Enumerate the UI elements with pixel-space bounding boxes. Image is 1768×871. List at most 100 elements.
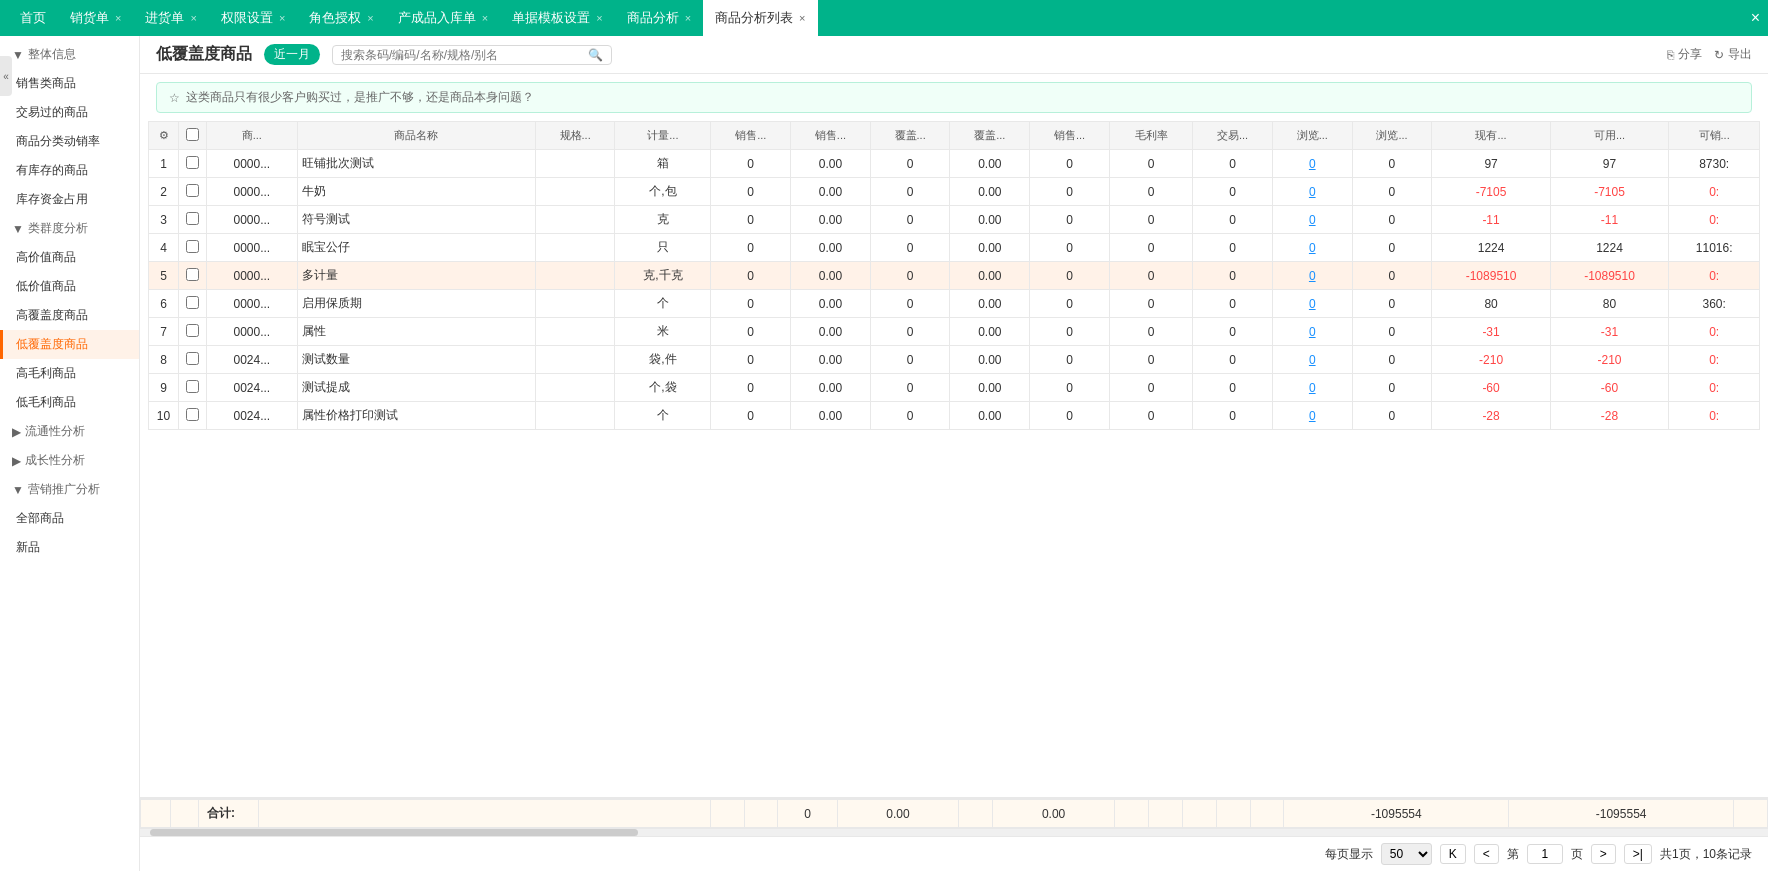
- sidebar-section-cluster[interactable]: ▼ 类群度分析: [0, 214, 139, 243]
- cell-spec: [535, 290, 615, 318]
- cell-browse1[interactable]: 0: [1272, 318, 1352, 346]
- cell-browse1[interactable]: 0: [1272, 206, 1352, 234]
- sidebar-item-traded-goods[interactable]: 交易过的商品: [0, 98, 139, 127]
- cell-coverage1: 0: [870, 234, 950, 262]
- cell-gross-margin: 0: [1109, 206, 1192, 234]
- cell-checkbox[interactable]: [179, 402, 207, 430]
- share-button[interactable]: ⎘ 分享: [1667, 46, 1702, 63]
- sidebar-item-all-goods[interactable]: 全部商品: [0, 504, 139, 533]
- sidebar-item-category-sales-rate[interactable]: 商品分类动销率: [0, 127, 139, 156]
- cell-checkbox[interactable]: [179, 374, 207, 402]
- col-code[interactable]: 商...: [207, 122, 298, 150]
- sidebar-collapse-btn[interactable]: «: [0, 56, 12, 96]
- col-sales-qty[interactable]: 销售...: [711, 122, 791, 150]
- period-button[interactable]: 近一月: [264, 44, 320, 65]
- col-browse1[interactable]: 浏览...: [1272, 122, 1352, 150]
- search-box[interactable]: 🔍: [332, 45, 612, 65]
- sidebar-item-sales-goods[interactable]: 销售类商品: [0, 69, 139, 98]
- nav-item-purchase[interactable]: 进货单 ×: [133, 0, 208, 36]
- sidebar-item-high-coverage[interactable]: 高覆盖度商品: [0, 301, 139, 330]
- first-page-button[interactable]: K: [1440, 844, 1466, 864]
- sidebar-section-overall[interactable]: ▼ 整体信息: [0, 40, 139, 69]
- cell-checkbox[interactable]: [179, 318, 207, 346]
- cell-unit: 个: [615, 290, 711, 318]
- nav-item-permissions[interactable]: 权限设置 ×: [209, 0, 297, 36]
- sidebar-item-low-coverage[interactable]: 低覆盖度商品: [0, 330, 139, 359]
- cell-browse1[interactable]: 0: [1272, 346, 1352, 374]
- col-coverage1[interactable]: 覆盖...: [870, 122, 950, 150]
- nav-close-purchase[interactable]: ×: [190, 12, 196, 24]
- col-spec[interactable]: 规格...: [535, 122, 615, 150]
- col-unit[interactable]: 计量...: [615, 122, 711, 150]
- nav-item-sales[interactable]: 销货单 ×: [58, 0, 133, 36]
- nav-item-goods-analysis[interactable]: 商品分析 ×: [615, 0, 703, 36]
- cell-checkbox[interactable]: [179, 290, 207, 318]
- cell-checkbox[interactable]: [179, 234, 207, 262]
- export-button[interactable]: ↻ 导出: [1714, 46, 1752, 63]
- table-row: 10000...旺铺批次测试箱00.0000.000000097978730:: [149, 150, 1760, 178]
- nav-label-home: 首页: [20, 9, 46, 27]
- cell-code: 0000...: [207, 234, 298, 262]
- nav-item-goods-analysis-list[interactable]: 商品分析列表 ×: [703, 0, 817, 36]
- table-row: 80024...测试数量袋,件00.0000.0000000-210-2100:: [149, 346, 1760, 374]
- nav-close-roles[interactable]: ×: [367, 12, 373, 24]
- nav-item-template[interactable]: 单据模板设置 ×: [500, 0, 614, 36]
- current-page-input[interactable]: [1527, 844, 1563, 864]
- sidebar-section-marketing[interactable]: ▼ 营销推广分析: [0, 475, 139, 504]
- col-settings[interactable]: ⚙: [149, 122, 179, 150]
- nav-close-goods-analysis[interactable]: ×: [685, 12, 691, 24]
- nav-item-roles[interactable]: 角色授权 ×: [297, 0, 385, 36]
- col-gross-margin[interactable]: 毛利率: [1109, 122, 1192, 150]
- sidebar-section-growth[interactable]: ▶ 成长性分析: [0, 446, 139, 475]
- cell-browse1[interactable]: 0: [1272, 150, 1352, 178]
- nav-item-product-entry[interactable]: 产成品入库单 ×: [386, 0, 500, 36]
- col-sales-amount[interactable]: 销售...: [791, 122, 871, 150]
- sidebar-item-high-margin[interactable]: 高毛利商品: [0, 359, 139, 388]
- cell-browse1[interactable]: 0: [1272, 374, 1352, 402]
- nav-close-permissions[interactable]: ×: [279, 12, 285, 24]
- cell-unit: 米: [615, 318, 711, 346]
- sidebar-item-high-value[interactable]: 高价值商品: [0, 243, 139, 272]
- cell-checkbox[interactable]: [179, 346, 207, 374]
- nav-item-home[interactable]: 首页: [8, 0, 58, 36]
- sidebar-section-liquidity[interactable]: ▶ 流通性分析: [0, 417, 139, 446]
- search-input[interactable]: [341, 48, 584, 62]
- col-browse2[interactable]: 浏览...: [1352, 122, 1432, 150]
- sidebar-item-new-goods[interactable]: 新品: [0, 533, 139, 562]
- sidebar-item-low-margin[interactable]: 低毛利商品: [0, 388, 139, 417]
- sidebar-item-inventory-capital[interactable]: 库存资金占用: [0, 185, 139, 214]
- cell-browse1[interactable]: 0: [1272, 178, 1352, 206]
- cell-checkbox[interactable]: [179, 262, 207, 290]
- cell-browse1[interactable]: 0: [1272, 290, 1352, 318]
- horizontal-scrollbar[interactable]: [140, 828, 1768, 836]
- nav-close-product-entry[interactable]: ×: [482, 12, 488, 24]
- col-transaction[interactable]: 交易...: [1193, 122, 1273, 150]
- page-prefix: 第: [1507, 846, 1519, 863]
- nav-close-goods-analysis-list[interactable]: ×: [799, 12, 805, 24]
- nav-close-template[interactable]: ×: [596, 12, 602, 24]
- sidebar-item-stocked-goods[interactable]: 有库存的商品: [0, 156, 139, 185]
- col-name[interactable]: 商品名称: [297, 122, 535, 150]
- col-available-stock[interactable]: 可用...: [1550, 122, 1668, 150]
- pagination-row: 每页显示 50 20 100 K < 第 页 > >| 共1页，10条记录: [140, 836, 1768, 871]
- cell-browse1[interactable]: 0: [1272, 262, 1352, 290]
- cell-checkbox[interactable]: [179, 150, 207, 178]
- select-all-checkbox[interactable]: [186, 128, 199, 141]
- col-sales3[interactable]: 销售...: [1030, 122, 1110, 150]
- close-all-icon[interactable]: ×: [1751, 9, 1760, 27]
- cell-browse1[interactable]: 0: [1272, 402, 1352, 430]
- col-coverage2[interactable]: 覆盖...: [950, 122, 1030, 150]
- nav-label-product-entry: 产成品入库单: [398, 9, 476, 27]
- per-page-select[interactable]: 50 20 100: [1381, 843, 1432, 865]
- last-page-button[interactable]: >|: [1624, 844, 1652, 864]
- cell-checkbox[interactable]: [179, 178, 207, 206]
- col-sellable[interactable]: 可销...: [1669, 122, 1760, 150]
- prev-page-button[interactable]: <: [1474, 844, 1499, 864]
- next-page-button[interactable]: >: [1591, 844, 1616, 864]
- sidebar-item-low-value[interactable]: 低价值商品: [0, 272, 139, 301]
- cell-browse1[interactable]: 0: [1272, 234, 1352, 262]
- col-checkbox[interactable]: [179, 122, 207, 150]
- cell-checkbox[interactable]: [179, 206, 207, 234]
- nav-close-sales[interactable]: ×: [115, 12, 121, 24]
- col-current-stock[interactable]: 现有...: [1432, 122, 1550, 150]
